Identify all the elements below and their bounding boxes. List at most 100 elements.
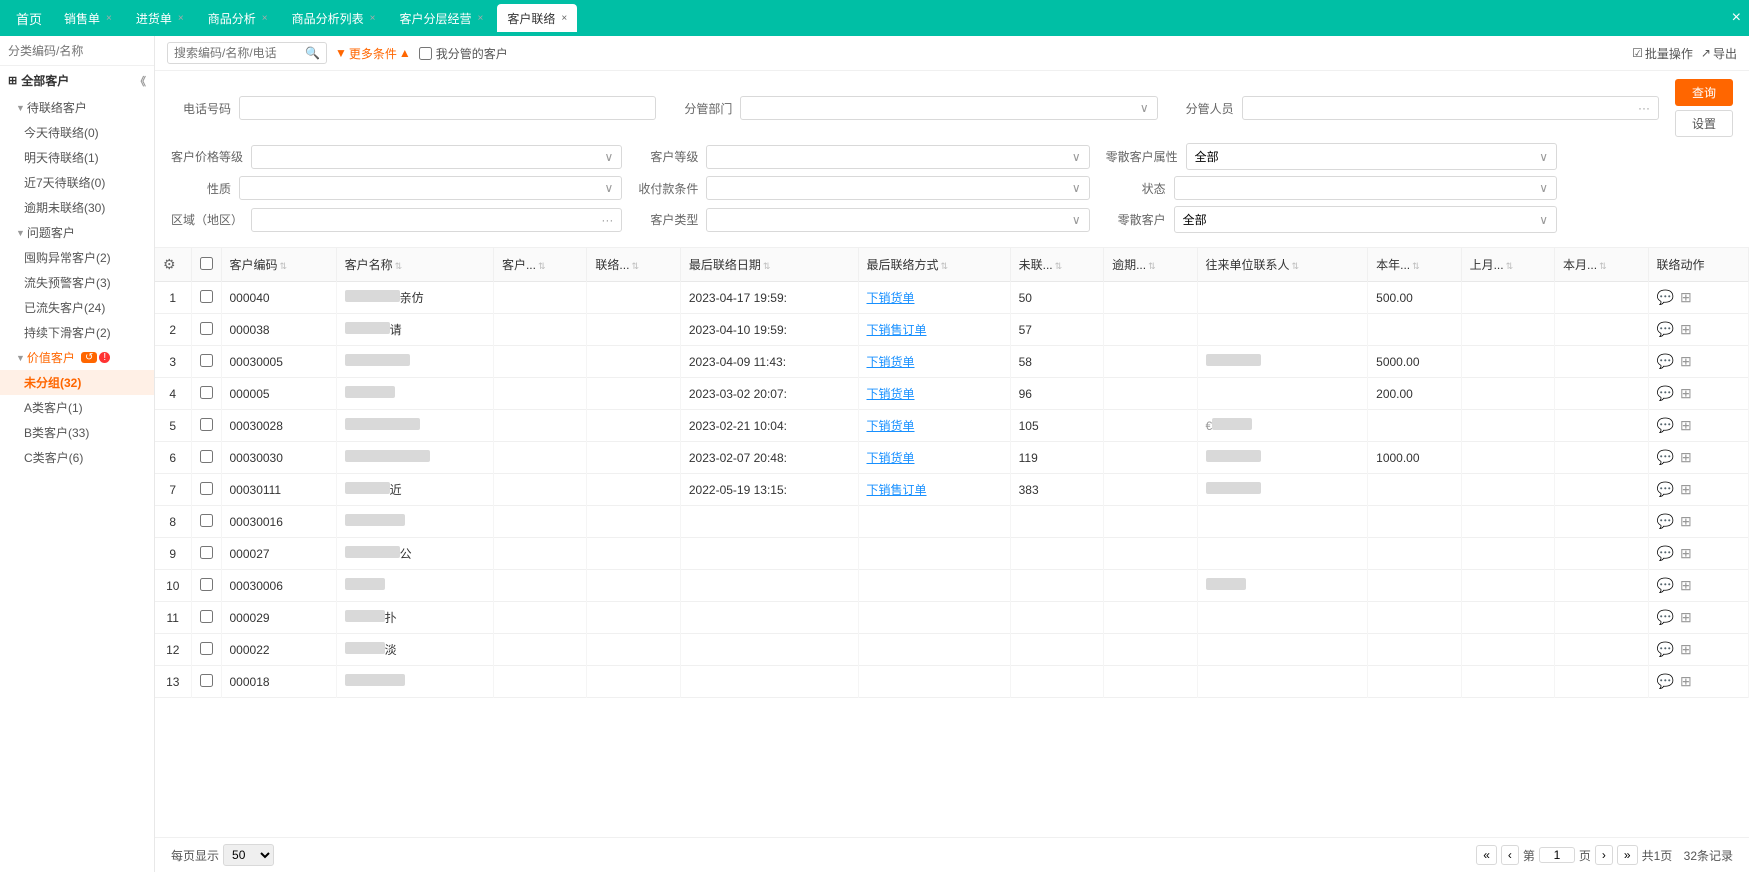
grid-icon[interactable]: ⊞ — [1680, 609, 1692, 626]
sidebar-group-pending[interactable]: ▼ 待联络客户 — [0, 95, 154, 120]
grid-icon[interactable]: ⊞ — [1680, 353, 1692, 370]
sidebar-item-classA[interactable]: A类客户(1) — [0, 395, 154, 420]
filter-status-select[interactable]: ∨ — [1174, 176, 1557, 200]
row-checkbox[interactable] — [191, 378, 221, 410]
row-checkbox[interactable] — [191, 666, 221, 698]
settings-icon[interactable]: ⚙ — [163, 256, 176, 272]
nav-home[interactable]: 首页 — [8, 9, 50, 28]
data-table-wrapper: ⚙ 客户编码⇅ 客户名称⇅ 客户...⇅ 联络...⇅ 最后联络日期⇅ 最后联络… — [155, 248, 1749, 837]
select-all-checkbox[interactable] — [200, 257, 213, 270]
filter-level-select[interactable]: ∨ — [706, 145, 1089, 169]
sidebar-search-input[interactable] — [8, 44, 155, 58]
filter-payment-select[interactable]: ∨ — [706, 176, 1089, 200]
close-icon[interactable]: × — [477, 13, 483, 24]
search-input[interactable] — [174, 46, 301, 60]
query-button[interactable]: 查询 — [1675, 79, 1733, 106]
nav-tab-customer-contact[interactable]: 客户联络 × — [497, 4, 577, 32]
row-checkbox[interactable] — [191, 474, 221, 506]
filter-type-select[interactable]: ∨ — [706, 208, 1089, 232]
filter-retail2-select[interactable]: 全部 ∨ — [1174, 206, 1557, 233]
row-checkbox[interactable] — [191, 282, 221, 314]
sidebar-item-classB[interactable]: B类客户(33) — [0, 420, 154, 445]
row-checkbox[interactable] — [191, 314, 221, 346]
col-checkbox[interactable] — [191, 248, 221, 282]
grid-icon[interactable]: ⊞ — [1680, 673, 1692, 690]
filter-price-select[interactable]: ∨ — [251, 145, 622, 169]
grid-icon[interactable]: ⊞ — [1680, 417, 1692, 434]
close-icon[interactable]: × — [178, 13, 184, 24]
nav-tab-purchase[interactable]: 进货单 × — [126, 4, 194, 32]
sidebar-item-classC[interactable]: C类客户(6) — [0, 445, 154, 470]
message-icon[interactable]: 💬 — [1657, 513, 1674, 530]
row-checkbox[interactable] — [191, 634, 221, 666]
row-checkbox[interactable] — [191, 506, 221, 538]
message-icon[interactable]: 💬 — [1657, 385, 1674, 402]
nav-tab-sales[interactable]: 销售单 × — [54, 4, 122, 32]
grid-icon[interactable]: ⊞ — [1680, 289, 1692, 306]
message-icon[interactable]: 💬 — [1657, 321, 1674, 338]
page-size-select[interactable]: 50 100 200 — [223, 844, 274, 866]
filter-phone-input[interactable] — [239, 96, 656, 120]
grid-icon[interactable]: ⊞ — [1680, 481, 1692, 498]
sidebar-group-problem[interactable]: ▼ 问题客户 — [0, 220, 154, 245]
next-page-btn[interactable]: › — [1595, 845, 1613, 865]
grid-icon[interactable]: ⊞ — [1680, 641, 1692, 658]
message-icon[interactable]: 💬 — [1657, 673, 1674, 690]
close-icon[interactable]: × — [106, 13, 112, 24]
message-icon[interactable]: 💬 — [1657, 577, 1674, 594]
grid-icon[interactable]: ⊞ — [1680, 449, 1692, 466]
last-page-btn[interactable]: » — [1617, 845, 1638, 865]
nav-tab-analysis[interactable]: 商品分析 × — [198, 4, 278, 32]
row-checkbox[interactable] — [191, 442, 221, 474]
sidebar-item-declining[interactable]: 持续下滑客户(2) — [0, 320, 154, 345]
grid-icon[interactable]: ⊞ — [1680, 513, 1692, 530]
sidebar-item-today[interactable]: 今天待联络(0) — [0, 120, 154, 145]
close-icon[interactable]: × — [561, 13, 567, 24]
reset-button[interactable]: 设置 — [1675, 110, 1733, 137]
row-checkbox[interactable] — [191, 538, 221, 570]
filter-more-btn[interactable]: ▼ 更多条件 ▲ — [335, 45, 411, 62]
export-btn[interactable]: ↗ 导出 — [1701, 45, 1737, 62]
page-number-input[interactable] — [1539, 847, 1575, 863]
message-icon[interactable]: 💬 — [1657, 481, 1674, 498]
sidebar-item-overdue[interactable]: 逾期未联络(30) — [0, 195, 154, 220]
close-all-icon[interactable]: × — [1732, 9, 1741, 27]
first-page-btn[interactable]: « — [1476, 845, 1497, 865]
filter-retail-select[interactable]: 全部 ∨ — [1186, 143, 1557, 170]
batch-op-btn[interactable]: ☑ 批量操作 — [1632, 45, 1693, 62]
close-icon[interactable]: × — [262, 13, 268, 24]
my-customers-checkbox[interactable] — [419, 47, 432, 60]
message-icon[interactable]: 💬 — [1657, 353, 1674, 370]
sidebar-item-7days[interactable]: 近7天待联络(0) — [0, 170, 154, 195]
sidebar-item-ungrouped[interactable]: 未分组(32) — [0, 370, 154, 395]
filter-dept-select[interactable]: ∨ — [740, 96, 1157, 120]
nav-tab-customer-mgmt[interactable]: 客户分层经营 × — [389, 4, 493, 32]
nav-tab-analysis-list[interactable]: 商品分析列表 × — [282, 4, 386, 32]
message-icon[interactable]: 💬 — [1657, 641, 1674, 658]
sidebar-item-tomorrow[interactable]: 明天待联络(1) — [0, 145, 154, 170]
row-checkbox[interactable] — [191, 570, 221, 602]
col-settings[interactable]: ⚙ — [155, 248, 191, 282]
message-icon[interactable]: 💬 — [1657, 289, 1674, 306]
sidebar-item-churn-warning[interactable]: 流失预警客户(3) — [0, 270, 154, 295]
all-customers-header[interactable]: ⊞ 全部客户 《 — [0, 66, 154, 95]
sidebar-group-value[interactable]: ▼ 价值客户 ↺ ! — [0, 345, 154, 370]
grid-icon[interactable]: ⊞ — [1680, 321, 1692, 338]
message-icon[interactable]: 💬 — [1657, 545, 1674, 562]
sidebar-item-churned[interactable]: 已流失客户(24) — [0, 295, 154, 320]
message-icon[interactable]: 💬 — [1657, 609, 1674, 626]
close-icon[interactable]: × — [370, 13, 376, 24]
grid-icon[interactable]: ⊞ — [1680, 545, 1692, 562]
row-checkbox[interactable] — [191, 602, 221, 634]
prev-page-btn[interactable]: ‹ — [1501, 845, 1519, 865]
filter-nature-select[interactable]: ∨ — [239, 176, 622, 200]
filter-region-input[interactable]: ··· — [251, 208, 622, 232]
sidebar-item-hoarding[interactable]: 囤购异常客户(2) — [0, 245, 154, 270]
message-icon[interactable]: 💬 — [1657, 449, 1674, 466]
row-checkbox[interactable] — [191, 410, 221, 442]
grid-icon[interactable]: ⊞ — [1680, 577, 1692, 594]
row-checkbox[interactable] — [191, 346, 221, 378]
message-icon[interactable]: 💬 — [1657, 417, 1674, 434]
filter-person-input[interactable]: ··· — [1242, 96, 1659, 120]
grid-icon[interactable]: ⊞ — [1680, 385, 1692, 402]
